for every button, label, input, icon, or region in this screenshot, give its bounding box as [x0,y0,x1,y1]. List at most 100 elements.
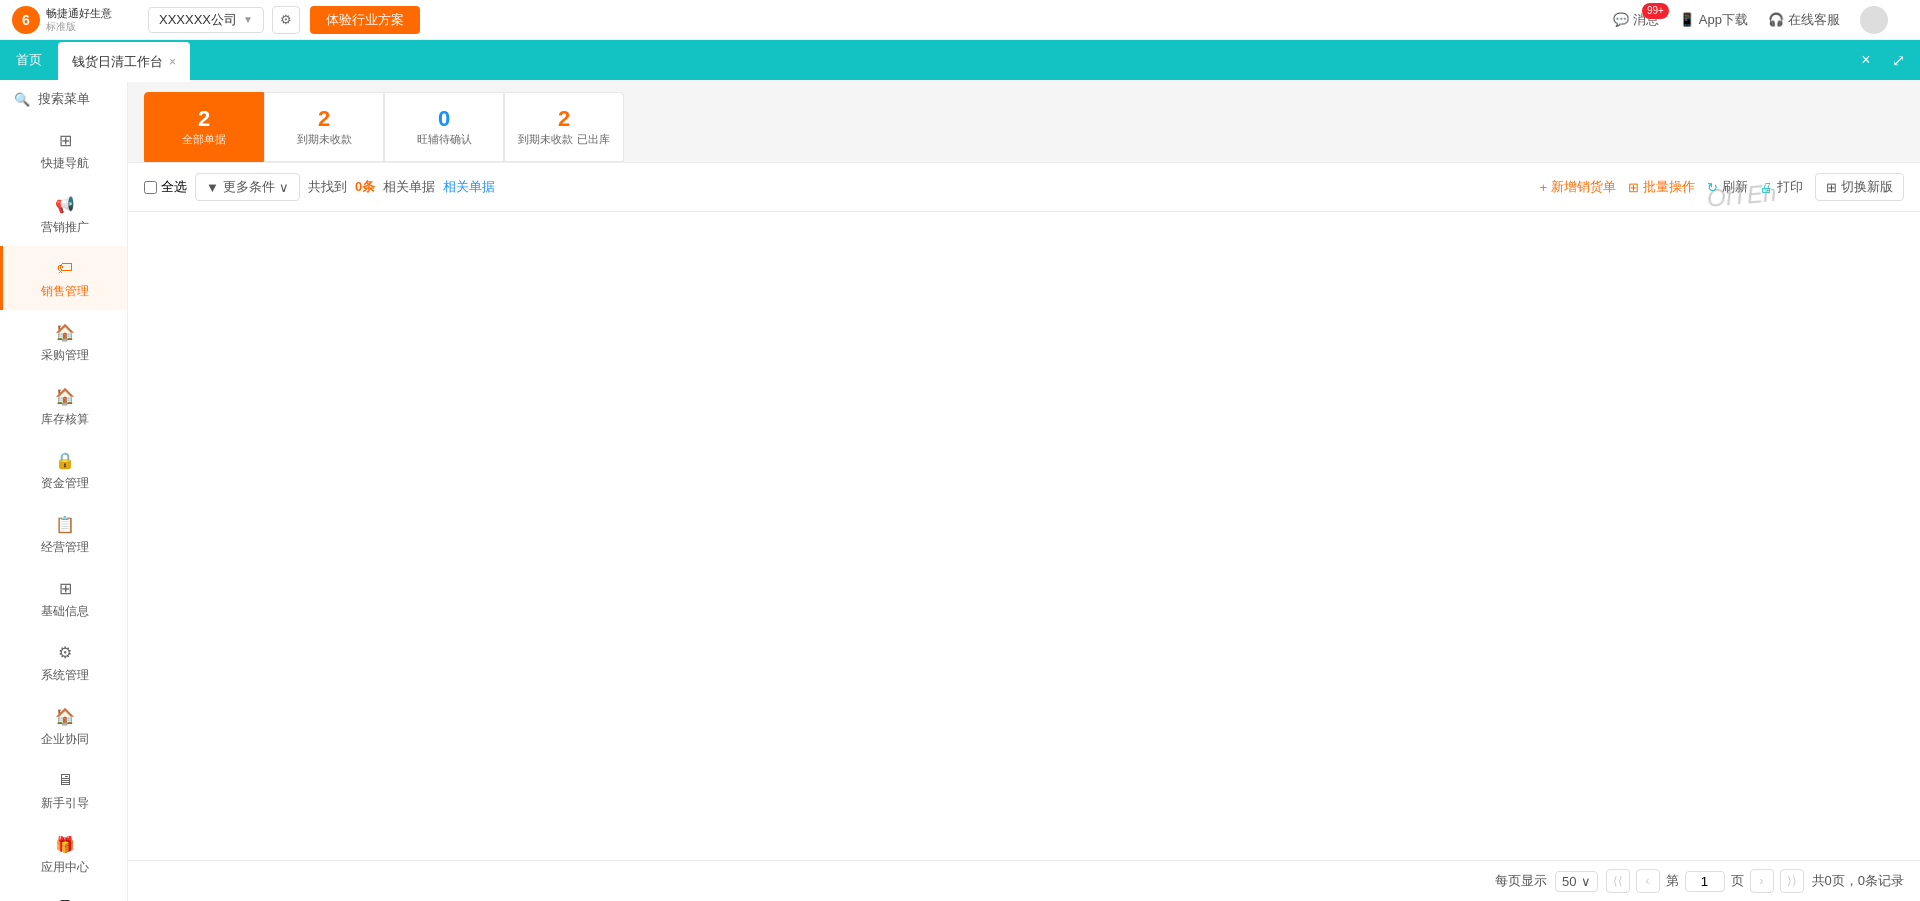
table-area [128,212,1920,860]
filter-label: 更多条件 [223,178,275,196]
print-label: 打印 [1777,178,1803,196]
dropdown-arrow-icon: ▼ [243,14,253,25]
minimize-icon: × [1861,51,1870,69]
page-suffix: 页 [1731,872,1744,890]
add-btn-label: 新增销货单 [1551,178,1616,196]
tab-minimize-button[interactable]: × [1854,48,1878,72]
sidebar-item-sys-mgmt[interactable]: ⚙ 系统管理 [0,630,127,694]
switch-version-button[interactable]: ⊞ 切换新版 [1815,173,1904,201]
app-center-icon: 🎁 [55,834,75,854]
marketing-icon: 📢 [55,194,75,214]
filter-button[interactable]: ▼ 更多条件 ∨ [195,173,300,201]
related-link[interactable]: 相关单据 [443,178,495,196]
inventory-icon: 🏠 [55,386,75,406]
online-service-button[interactable]: 🎧 在线客服 [1768,11,1840,29]
per-page-value: 50 [1562,874,1576,889]
sidebar-item-purchase[interactable]: 🏠 采购管理 [0,310,127,374]
sidebar-item-enterprise[interactable]: 🏠 企业协同 [0,694,127,758]
company-name: XXXXXX公司 [159,11,237,29]
app-download-label: App下载 [1699,11,1748,29]
trial-button[interactable]: 体验行业方案 [310,6,420,34]
stat-label-all: 全部单据 [182,132,226,147]
settings-button[interactable]: ⚙ [272,6,300,34]
sidebar-item-guide[interactable]: 🖥 新手引导 [0,758,127,822]
guide-icon: 🖥 [55,770,75,790]
batch-icon: ⊞ [1628,180,1639,195]
stat-label-wangwang: 旺辅待确认 [417,132,472,147]
stat-num-overdue: 2 [318,106,330,132]
add-sales-order-button[interactable]: + 新增销货单 [1539,178,1616,196]
page-nav: ⟨⟨ ‹ 第 页 › ⟩⟩ [1606,869,1804,893]
toolbar: 全选 ▼ 更多条件 ∨ 共找到 0条 相关单据 相关单据 + 新增销货单 ⊞ 批… [128,162,1920,212]
sidebar-item-inventory[interactable]: 🏠 库存核算 [0,374,127,438]
first-page-button[interactable]: ⟨⟨ [1606,869,1630,893]
enterprise-icon: 🏠 [55,706,75,726]
finance-icon: 🔒 [55,450,75,470]
per-page-select[interactable]: 50 ∨ [1555,871,1597,892]
tab-close-button[interactable]: × [169,55,176,69]
batch-operation-button[interactable]: ⊞ 批量操作 [1628,178,1695,196]
sidebar-item-app-center[interactable]: 🎁 应用中心 [0,822,127,886]
page-input[interactable] [1685,871,1725,892]
last-page-button[interactable]: ⟩⟩ [1780,869,1804,893]
stat-tab-overdue-out[interactable]: 2 到期未收款 已出库 [504,92,624,162]
sidebar-label-sys-mgmt: 系统管理 [41,667,89,684]
stat-tab-wangwang[interactable]: 0 旺辅待确认 [384,92,504,162]
search-menu-item[interactable]: 🔍 搜索菜单 [0,80,127,118]
message-badge: 99+ [1642,3,1669,19]
per-page-label: 每页显示 [1495,872,1547,890]
sidebar-label-finance: 资金管理 [41,475,89,492]
stat-label-overdue: 到期未收款 [297,132,352,147]
tab-maximize-button[interactable]: ⤢ [1886,48,1910,72]
sidebar-item-sales[interactable]: 🏷 销售管理 [0,246,127,310]
home-tab[interactable]: 首页 [0,40,58,80]
sidebar-label-marketing: 营销推广 [41,219,89,236]
stat-tab-overdue[interactable]: 2 到期未收款 [264,92,384,162]
switch-label: 切换新版 [1841,178,1893,196]
prev-page-button[interactable]: ‹ [1636,869,1660,893]
sidebar-item-marketing[interactable]: 📢 营销推广 [0,182,127,246]
filter-arrow-icon: ∨ [279,180,289,195]
sidebar-label-sales: 销售管理 [41,283,89,300]
sidebar-label-enterprise: 企业协同 [41,731,89,748]
main-layout: 🔍 搜索菜单 ⊞ 快捷导航 📢 营销推广 🏷 销售管理 🏠 采购管理 🏠 库存核… [0,80,1920,901]
active-tab[interactable]: 钱货日清工作台 × [58,42,190,82]
avatar[interactable] [1860,6,1888,34]
app-download-button[interactable]: 📱 App下载 [1679,11,1748,29]
result-count: 0条 [355,178,375,196]
grid-icon: ⊞ [55,130,75,150]
active-tab-label: 钱货日清工作台 [72,53,163,71]
select-all-checkbox[interactable]: 全选 [144,178,187,196]
top-header: 6 畅捷通好生意 标准版 XXXXXX公司 ▼ ⚙ 体验行业方案 💬 消息 99… [0,0,1920,40]
batch-label: 批量操作 [1643,178,1695,196]
sidebar-label-app-center: 应用中心 [41,859,89,876]
sidebar-item-base-info[interactable]: ⊞ 基础信息 [0,566,127,630]
header-right: 💬 消息 99+ 📱 App下载 🎧 在线客服 [1613,6,1908,34]
message-button[interactable]: 💬 消息 99+ [1613,11,1659,29]
per-page-arrow-icon: ∨ [1581,874,1591,889]
search-menu-label: 搜索菜单 [38,90,90,108]
sidebar-item-finance[interactable]: 🔒 资金管理 [0,438,127,502]
operation-icon: 📋 [55,514,75,534]
sidebar-label-guide: 新手引导 [41,795,89,812]
stat-num-wangwang: 0 [438,106,450,132]
sidebar-label-base-info: 基础信息 [41,603,89,620]
stat-tab-all[interactable]: 2 全部单据 [144,92,264,162]
sidebar-item-operation[interactable]: 📋 经营管理 [0,502,127,566]
content-area: 2 全部单据 2 到期未收款 0 旺辅待确认 2 到期未收款 已出库 全选 [128,80,1920,901]
mobile-icon: 📱 [1679,12,1695,27]
stat-label-overdue-out: 到期未收款 已出库 [518,132,609,147]
switch-icon: ⊞ [1826,180,1837,195]
sidebar-item-weixin[interactable]: 💬 企业微信 [0,886,127,901]
next-page-button[interactable]: › [1750,869,1774,893]
sales-icon: 🏷 [55,258,75,278]
tab-active-indicator [145,158,263,161]
sidebar-item-quick-nav[interactable]: ⊞ 快捷导航 [0,118,127,182]
search-icon: 🔍 [14,92,30,107]
select-all-input[interactable] [144,181,157,194]
stat-num-overdue-out: 2 [558,106,570,132]
filter-icon: ▼ [206,180,219,195]
select-all-label: 全选 [161,178,187,196]
company-selector[interactable]: XXXXXX公司 ▼ [148,7,264,33]
sidebar-label-inventory: 库存核算 [41,411,89,428]
